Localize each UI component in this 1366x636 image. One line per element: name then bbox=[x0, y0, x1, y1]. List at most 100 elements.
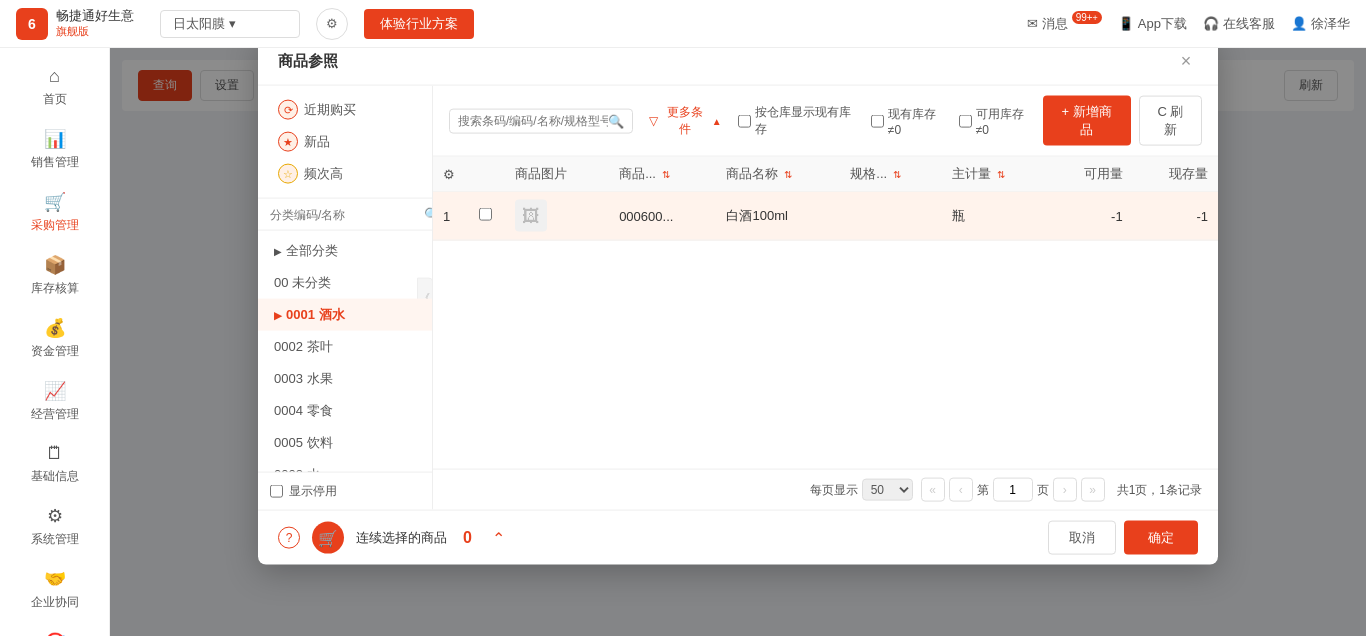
filter-icon: ▽ bbox=[649, 114, 658, 128]
pagination: 每页显示 50 10 20 100 « ‹ 第 bbox=[433, 469, 1218, 510]
page-size-select: 每页显示 50 10 20 100 bbox=[810, 479, 913, 501]
show-disabled-label[interactable]: 显示停用 bbox=[289, 483, 337, 500]
checkbox-avail-nonzero[interactable]: 可用库存≠0 bbox=[959, 105, 1035, 136]
next-page-button[interactable]: › bbox=[1053, 478, 1077, 502]
cat-label: 全部分类 bbox=[286, 242, 338, 260]
confirm-button[interactable]: 确定 bbox=[1124, 521, 1198, 555]
refresh-button[interactable]: C 刷新 bbox=[1139, 96, 1202, 146]
th-spec: 规格... ⇅ bbox=[840, 157, 942, 192]
cat-label: 0003 水果 bbox=[274, 370, 333, 388]
modal-left-footer: 显示停用 bbox=[258, 472, 432, 510]
cart-icon[interactable]: 🛒 bbox=[312, 522, 344, 554]
filter-label: 更多条件 bbox=[662, 104, 708, 138]
sidebar-item-sales[interactable]: 📊 销售管理 bbox=[0, 118, 109, 181]
row-checkbox[interactable] bbox=[479, 208, 492, 221]
page-unit: 页 bbox=[1037, 481, 1049, 498]
sidebar-item-enterprise[interactable]: 🤝 企业协同 bbox=[0, 558, 109, 621]
product-search-input[interactable] bbox=[458, 114, 608, 128]
category-search-icon[interactable]: 🔍 bbox=[424, 207, 433, 222]
left-sidebar: ⌂ 首页 📊 销售管理 🛒 采购管理 📦 库存核算 💰 资金管理 📈 经营管理 … bbox=[0, 48, 110, 636]
user-profile[interactable]: 👤 徐泽华 bbox=[1291, 15, 1350, 33]
sidebar-item-finance[interactable]: 💰 资金管理 bbox=[0, 307, 109, 370]
sidebar-item-purchase[interactable]: 🛒 采购管理 bbox=[0, 181, 109, 244]
more-filter-button[interactable]: ▽ 更多条件 ▲ bbox=[641, 100, 730, 142]
cat-all[interactable]: ▶ 全部分类 bbox=[258, 235, 432, 267]
recent-label: 近期购买 bbox=[304, 101, 356, 119]
sidebar-item-label: 库存核算 bbox=[31, 280, 79, 297]
message-label: 消息 bbox=[1042, 15, 1068, 33]
app-download-button[interactable]: 📱 App下载 bbox=[1118, 15, 1187, 33]
cat-fruit[interactable]: 0003 水果 bbox=[258, 363, 432, 395]
cat-liquor[interactable]: ▶ 0001 酒水 bbox=[258, 299, 432, 331]
checkbox-label: 可用库存≠0 bbox=[976, 105, 1035, 136]
checkbox-label: 按仓库显示现有库存 bbox=[755, 104, 859, 138]
sidebar-item-system[interactable]: ⚙ 系统管理 bbox=[0, 495, 109, 558]
logo-icon: 6 bbox=[16, 8, 48, 40]
checkbox-avail-input[interactable] bbox=[959, 114, 972, 127]
cancel-button[interactable]: 取消 bbox=[1048, 521, 1116, 555]
last-page-button[interactable]: » bbox=[1081, 478, 1105, 502]
experience-button[interactable]: 体验行业方案 bbox=[364, 9, 474, 39]
td-img: 🖼 bbox=[505, 191, 609, 240]
message-button[interactable]: ✉ 消息 99++ bbox=[1027, 15, 1102, 33]
sidebar-item-inventory[interactable]: 📦 库存核算 bbox=[0, 244, 109, 307]
footer-buttons: 取消 确定 bbox=[1048, 521, 1198, 555]
app-sub: 旗舰版 bbox=[56, 24, 134, 39]
mobile-icon: 📱 bbox=[1118, 16, 1134, 31]
nav-right: ✉ 消息 99++ 📱 App下载 🎧 在线客服 👤 徐泽华 bbox=[1027, 15, 1350, 33]
collapse-selection-icon[interactable]: ⌃ bbox=[492, 528, 505, 547]
category-search-input[interactable] bbox=[270, 207, 420, 221]
sidebar-item-label: 基础信息 bbox=[31, 468, 79, 485]
store-name: 日太阳膜 bbox=[173, 15, 225, 33]
table-row[interactable]: 1 🖼 000600... 白酒100ml 瓶 -1 bbox=[433, 191, 1218, 240]
filter-arrow-icon: ▲ bbox=[712, 115, 722, 126]
new-icon: ★ bbox=[278, 132, 298, 152]
quick-recent[interactable]: ⟳ 近期购买 bbox=[270, 94, 420, 126]
store-selector[interactable]: 日太阳膜 ▾ bbox=[160, 10, 300, 38]
gear-button[interactable]: ⚙ bbox=[316, 8, 348, 40]
product-image: 🖼 bbox=[515, 200, 547, 232]
finance-icon: 💰 bbox=[44, 317, 66, 339]
checkbox-warehouse-input[interactable] bbox=[738, 114, 751, 127]
cat-snack[interactable]: 0004 零食 bbox=[258, 395, 432, 427]
first-page-button[interactable]: « bbox=[921, 478, 945, 502]
sidebar-item-operations[interactable]: 📈 经营管理 bbox=[0, 370, 109, 433]
top-navigation: 6 畅捷通好生意 旗舰版 日太阳膜 ▾ ⚙ 体验行业方案 ✉ 消息 99++ 📱… bbox=[0, 0, 1366, 48]
help-icon[interactable]: ? bbox=[278, 527, 300, 549]
th-settings[interactable]: ⚙ bbox=[433, 157, 469, 192]
th-img: 商品图片 bbox=[505, 157, 609, 192]
table-header-row: ⚙ 商品图片 商品... ⇅ 商品名称 ⇅ bbox=[433, 157, 1218, 192]
sidebar-item-basic-info[interactable]: 🗒 基础信息 bbox=[0, 433, 109, 495]
page-number-input[interactable] bbox=[993, 478, 1033, 502]
online-service-button[interactable]: 🎧 在线客服 bbox=[1203, 15, 1275, 33]
add-product-button[interactable]: + 新增商品 bbox=[1043, 96, 1131, 146]
cat-tea[interactable]: 0002 茶叶 bbox=[258, 331, 432, 363]
page-size-dropdown[interactable]: 50 10 20 100 bbox=[862, 479, 913, 501]
sidebar-item-home[interactable]: ⌂ 首页 bbox=[0, 56, 109, 118]
cat-uncategorized[interactable]: 00 未分类 bbox=[258, 267, 432, 299]
cat-label: 0004 零食 bbox=[274, 402, 333, 420]
cat-beverage[interactable]: 0005 饮料 bbox=[258, 427, 432, 459]
sidebar-item-label: 销售管理 bbox=[31, 154, 79, 171]
show-disabled-checkbox[interactable] bbox=[270, 485, 283, 498]
checkbox-group: 按仓库显示现有库存 现有库存≠0 可用库存≠0 bbox=[738, 104, 1035, 138]
cat-label: 0002 茶叶 bbox=[274, 338, 333, 356]
checkbox-warehouse-stock[interactable]: 按仓库显示现有库存 bbox=[738, 104, 859, 138]
checkbox-nonzero-input[interactable] bbox=[871, 114, 884, 127]
content-area: 查询 设置 刷新 商品参照 × bbox=[110, 48, 1366, 636]
quick-freq[interactable]: ☆ 频次高 bbox=[270, 158, 420, 190]
sort-icon: ⇅ bbox=[893, 169, 901, 180]
sidebar-item-guide[interactable]: 🎯 新手引导 bbox=[0, 621, 109, 636]
prev-page-button[interactable]: ‹ bbox=[949, 478, 973, 502]
modal-left-panel: ⟳ 近期购买 ★ 新品 ☆ 频次高 《 bbox=[258, 86, 433, 510]
modal-close-button[interactable]: × bbox=[1174, 49, 1198, 73]
sort-icon: ⇅ bbox=[662, 169, 670, 180]
app-download-label: App下载 bbox=[1138, 15, 1187, 33]
cat-water[interactable]: 0008 水 bbox=[258, 459, 432, 472]
search-icon[interactable]: 🔍 bbox=[608, 113, 624, 128]
quick-new[interactable]: ★ 新品 bbox=[270, 126, 420, 158]
message-badge: 99++ bbox=[1072, 11, 1102, 24]
td-check[interactable] bbox=[469, 191, 505, 240]
modal-header: 商品参照 × bbox=[258, 48, 1218, 86]
checkbox-nonzero-stock[interactable]: 现有库存≠0 bbox=[871, 105, 947, 136]
